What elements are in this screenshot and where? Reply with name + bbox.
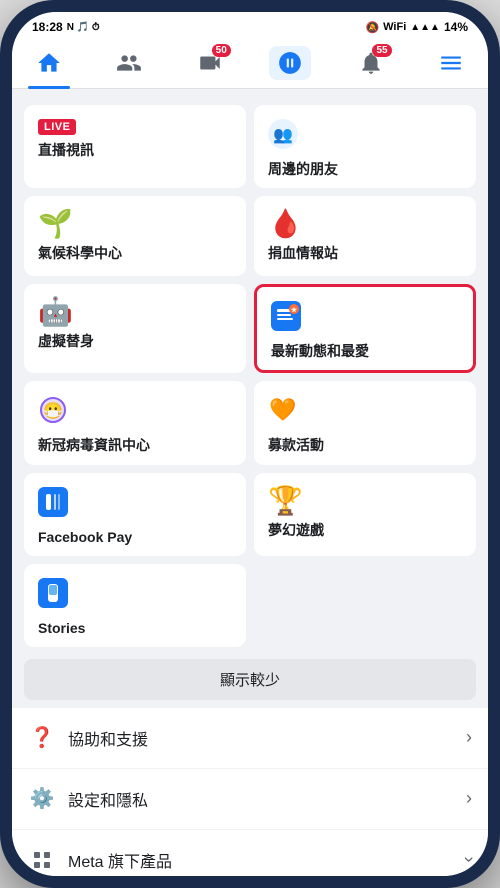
fundraisers-icon: 🧡 bbox=[268, 395, 298, 430]
section-list: ❓ 協助和支援 › ⚙️ 設定和隱私 › bbox=[12, 708, 488, 876]
live-badge: LIVE bbox=[38, 119, 76, 135]
nav-home[interactable] bbox=[28, 46, 70, 80]
newsfeed-icon: ★ bbox=[271, 301, 301, 336]
help-chevron: › bbox=[466, 727, 472, 748]
time: 18:28 bbox=[32, 20, 63, 34]
blood-icon: 🩸 bbox=[268, 210, 303, 238]
phone-frame: 18:28 N 🎵 ⏱ 🔕 WiFi ▲▲▲ 14% bbox=[0, 0, 500, 888]
show-less-label: 顯示較少 bbox=[220, 672, 280, 689]
section-help[interactable]: ❓ 協助和支援 › bbox=[12, 708, 488, 769]
battery: 14% bbox=[444, 20, 468, 34]
climate-icon: 🌱 bbox=[38, 210, 73, 238]
settings-icon: ⚙️ bbox=[28, 785, 56, 813]
grid-item-facebook-pay[interactable]: Facebook Pay bbox=[24, 473, 246, 556]
section-meta[interactable]: Meta 旗下產品 › bbox=[12, 830, 488, 876]
phone-screen: 18:28 N 🎵 ⏱ 🔕 WiFi ▲▲▲ 14% bbox=[12, 12, 488, 876]
grid-item-climate[interactable]: 🌱 氣候科學中心 bbox=[24, 196, 246, 276]
status-bar: 18:28 N 🎵 ⏱ 🔕 WiFi ▲▲▲ 14% bbox=[12, 12, 488, 38]
nav-active-indicator bbox=[28, 86, 70, 89]
video-badge: 50 bbox=[212, 44, 231, 57]
grid-item-label-pay: Facebook Pay bbox=[38, 528, 132, 546]
grid-item-label-live: 直播視訊 bbox=[38, 141, 94, 159]
grid-item-avatar[interactable]: 🤖 虛擬替身 bbox=[24, 284, 246, 373]
grid-item-covid[interactable]: 😷 新冠病毒資訊中心 bbox=[24, 381, 246, 464]
content-area: LIVE 直播視訊 👥 周邊的朋友 🌱 氣候科學中 bbox=[12, 89, 488, 876]
stories-icon bbox=[38, 578, 68, 613]
status-left: 18:28 N 🎵 ⏱ bbox=[32, 20, 100, 34]
avatar-icon: 🤖 bbox=[38, 298, 73, 326]
grid-item-label-covid: 新冠病毒資訊中心 bbox=[38, 436, 150, 454]
grid-item-nearby-friends[interactable]: 👥 周邊的朋友 bbox=[254, 105, 476, 188]
grid-item-newsfeed[interactable]: ★ 最新動態和最愛 bbox=[254, 284, 476, 373]
section-settings[interactable]: ⚙️ 設定和隱私 › bbox=[12, 769, 488, 830]
facebook-pay-icon bbox=[38, 487, 68, 522]
settings-chevron: › bbox=[466, 788, 472, 809]
grid-item-label-stories: Stories bbox=[38, 619, 85, 637]
show-less-button[interactable]: 顯示較少 bbox=[24, 659, 476, 700]
grid-item-label-climate: 氣候科學中心 bbox=[38, 244, 122, 262]
svg-text:😷: 😷 bbox=[43, 402, 63, 420]
nav-groups[interactable] bbox=[269, 46, 311, 80]
grid-item-blood[interactable]: 🩸 捐血情報站 bbox=[254, 196, 476, 276]
status-right: 🔕 WiFi ▲▲▲ 14% bbox=[365, 20, 468, 34]
section-meta-left: Meta 旗下產品 bbox=[28, 846, 172, 874]
covid-icon: 😷 bbox=[38, 395, 68, 430]
meta-chevron: › bbox=[459, 857, 480, 863]
svg-text:★: ★ bbox=[291, 306, 298, 314]
section-meta-label: Meta 旗下產品 bbox=[68, 848, 172, 872]
grid-item-label-newsfeed: 最新動態和最愛 bbox=[271, 342, 369, 360]
grid-item-stories[interactable]: Stories bbox=[24, 564, 246, 647]
signal: ▲▲▲ bbox=[410, 22, 440, 33]
grid-item-live-news[interactable]: LIVE 直播視訊 bbox=[24, 105, 246, 188]
grid-item-label-nearby: 周邊的朋友 bbox=[268, 160, 338, 178]
svg-text:🧡: 🧡 bbox=[269, 397, 297, 422]
nav-menu[interactable] bbox=[430, 46, 472, 80]
section-settings-left: ⚙️ 設定和隱私 bbox=[28, 785, 148, 813]
grid-item-label-blood: 捐血情報站 bbox=[268, 244, 338, 262]
grid-item-label-fundraisers: 募款活動 bbox=[268, 436, 324, 454]
nav-video[interactable]: 50 bbox=[189, 46, 231, 80]
help-icon: ❓ bbox=[28, 724, 56, 752]
nav-notifications[interactable]: 55 bbox=[350, 46, 392, 80]
grid-container: LIVE 直播視訊 👥 周邊的朋友 🌱 氣候科學中 bbox=[12, 97, 488, 655]
section-help-left: ❓ 協助和支援 bbox=[28, 724, 148, 752]
svg-text:👥: 👥 bbox=[273, 127, 293, 144]
grid-item-label-avatar: 虛擬替身 bbox=[38, 332, 94, 350]
grid-item-fundraisers[interactable]: 🧡 募款活動 bbox=[254, 381, 476, 464]
grid-item-gaming[interactable]: 🏆 夢幻遊戲 bbox=[254, 473, 476, 556]
section-settings-label: 設定和隱私 bbox=[68, 787, 148, 811]
nearby-friends-icon: 👥 bbox=[268, 119, 298, 154]
section-help-label: 協助和支援 bbox=[68, 726, 148, 750]
nav-friends[interactable] bbox=[108, 46, 150, 80]
gaming-icon: 🏆 bbox=[268, 487, 303, 515]
grid-item-label-gaming: 夢幻遊戲 bbox=[268, 521, 324, 539]
notifications-badge: 55 bbox=[372, 44, 391, 57]
meta-icon bbox=[28, 846, 56, 874]
nav-bar: 50 55 bbox=[12, 38, 488, 89]
